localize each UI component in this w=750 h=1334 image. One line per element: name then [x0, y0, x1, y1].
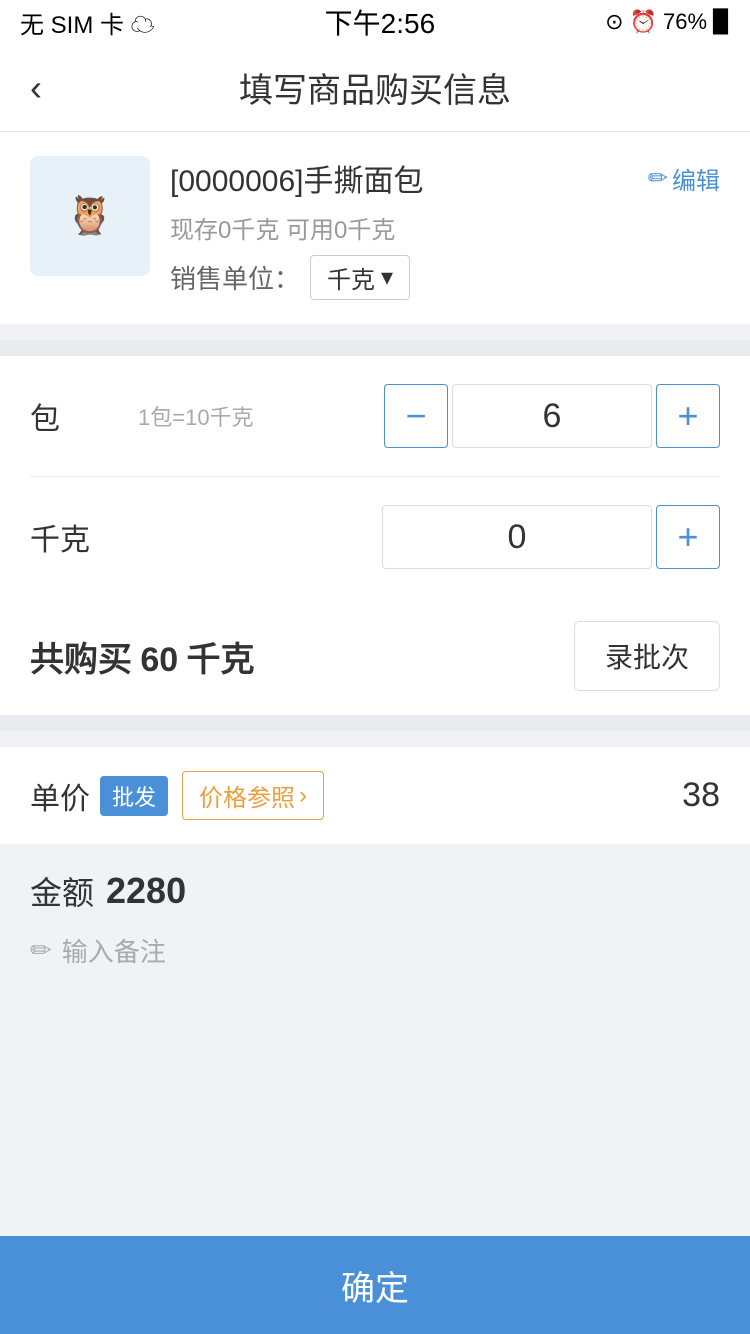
unit-select[interactable]: 千克 ▾	[310, 255, 410, 300]
section-divider-2	[0, 715, 750, 731]
product-name: [0000006]手撕面包	[170, 156, 423, 200]
battery-icon: ▉	[713, 9, 730, 35]
status-left: 无 SIM 卡 ☁	[20, 5, 155, 40]
total-text: 共购买 60 千克	[30, 632, 255, 681]
amount-label: 金额	[30, 868, 94, 914]
batch-button[interactable]: 录批次	[574, 621, 720, 691]
pack-plus-button[interactable]: +	[656, 384, 720, 448]
confirm-button[interactable]: 确定	[0, 1236, 750, 1334]
price-label: 单价	[30, 774, 90, 818]
status-time: 下午2:56	[325, 2, 436, 42]
pack-sublabel: 1包=10千克	[138, 400, 254, 432]
product-stock: 现存0千克 可用0千克	[170, 210, 720, 245]
price-value: 38	[682, 776, 720, 815]
kg-input-row: 千克 +	[30, 477, 720, 597]
pack-label: 包	[30, 394, 130, 438]
location-icon: ⊙	[605, 9, 623, 35]
page-title: 填写商品购买信息	[239, 63, 511, 112]
back-button[interactable]: ‹	[30, 57, 52, 119]
status-bar: 无 SIM 卡 ☁ 下午2:56 ⊙ ⏰ 76% ▉	[0, 0, 750, 44]
pack-input[interactable]	[452, 384, 652, 448]
nav-bar: ‹ 填写商品购买信息	[0, 44, 750, 132]
chevron-right-icon: ›	[299, 782, 307, 810]
edit-icon: ✏	[648, 164, 668, 193]
sim-label: 无 SIM 卡 ☁	[20, 5, 155, 40]
amount-value: 2280	[106, 870, 186, 912]
pack-input-row: 包 1包=10千克 − +	[30, 356, 720, 477]
pack-controls: − +	[384, 384, 720, 448]
product-card: 🦉 [0000006]手撕面包 ✏ 编辑 现存0千克 可用0千克 销售单位： 千…	[0, 132, 750, 324]
total-amount: 60	[140, 641, 178, 679]
product-unit-row: 销售单位： 千克 ▾	[170, 255, 720, 300]
battery-label: 76%	[663, 9, 707, 35]
product-name-row: [0000006]手撕面包 ✏ 编辑	[170, 156, 720, 200]
kg-label: 千克	[30, 515, 130, 559]
remark-label: 输入备注	[62, 932, 166, 969]
price-type-tag: 批发	[100, 776, 168, 816]
remark-row[interactable]: ✏ 输入备注	[30, 932, 720, 969]
amount-row: 金额 2280	[30, 868, 720, 914]
status-right: ⊙ ⏰ 76% ▉	[605, 9, 730, 35]
edit-button[interactable]: ✏ 编辑	[648, 161, 720, 196]
section-divider-1	[0, 340, 750, 356]
chevron-down-icon: ▾	[381, 263, 393, 292]
product-image: 🦉	[30, 156, 150, 276]
total-section: 共购买 60 千克 录批次	[0, 597, 750, 715]
kg-plus-button[interactable]: +	[656, 505, 720, 569]
product-logo: 🦉	[66, 194, 113, 238]
product-info: [0000006]手撕面包 ✏ 编辑 现存0千克 可用0千克 销售单位： 千克 …	[170, 156, 720, 300]
price-ref-button[interactable]: 价格参照 ›	[182, 771, 324, 820]
pencil-icon: ✏	[30, 935, 52, 966]
kg-input[interactable]	[382, 505, 652, 569]
input-section: 包 1包=10千克 − + 千克 +	[0, 356, 750, 597]
amount-section: 金额 2280 ✏ 输入备注	[0, 844, 750, 985]
alarm-icon: ⏰	[630, 9, 657, 35]
unit-label: 销售单位：	[170, 259, 300, 296]
kg-controls: +	[382, 505, 720, 569]
pack-minus-button[interactable]: −	[384, 384, 448, 448]
price-section: 单价 批发 价格参照 › 38	[0, 747, 750, 844]
